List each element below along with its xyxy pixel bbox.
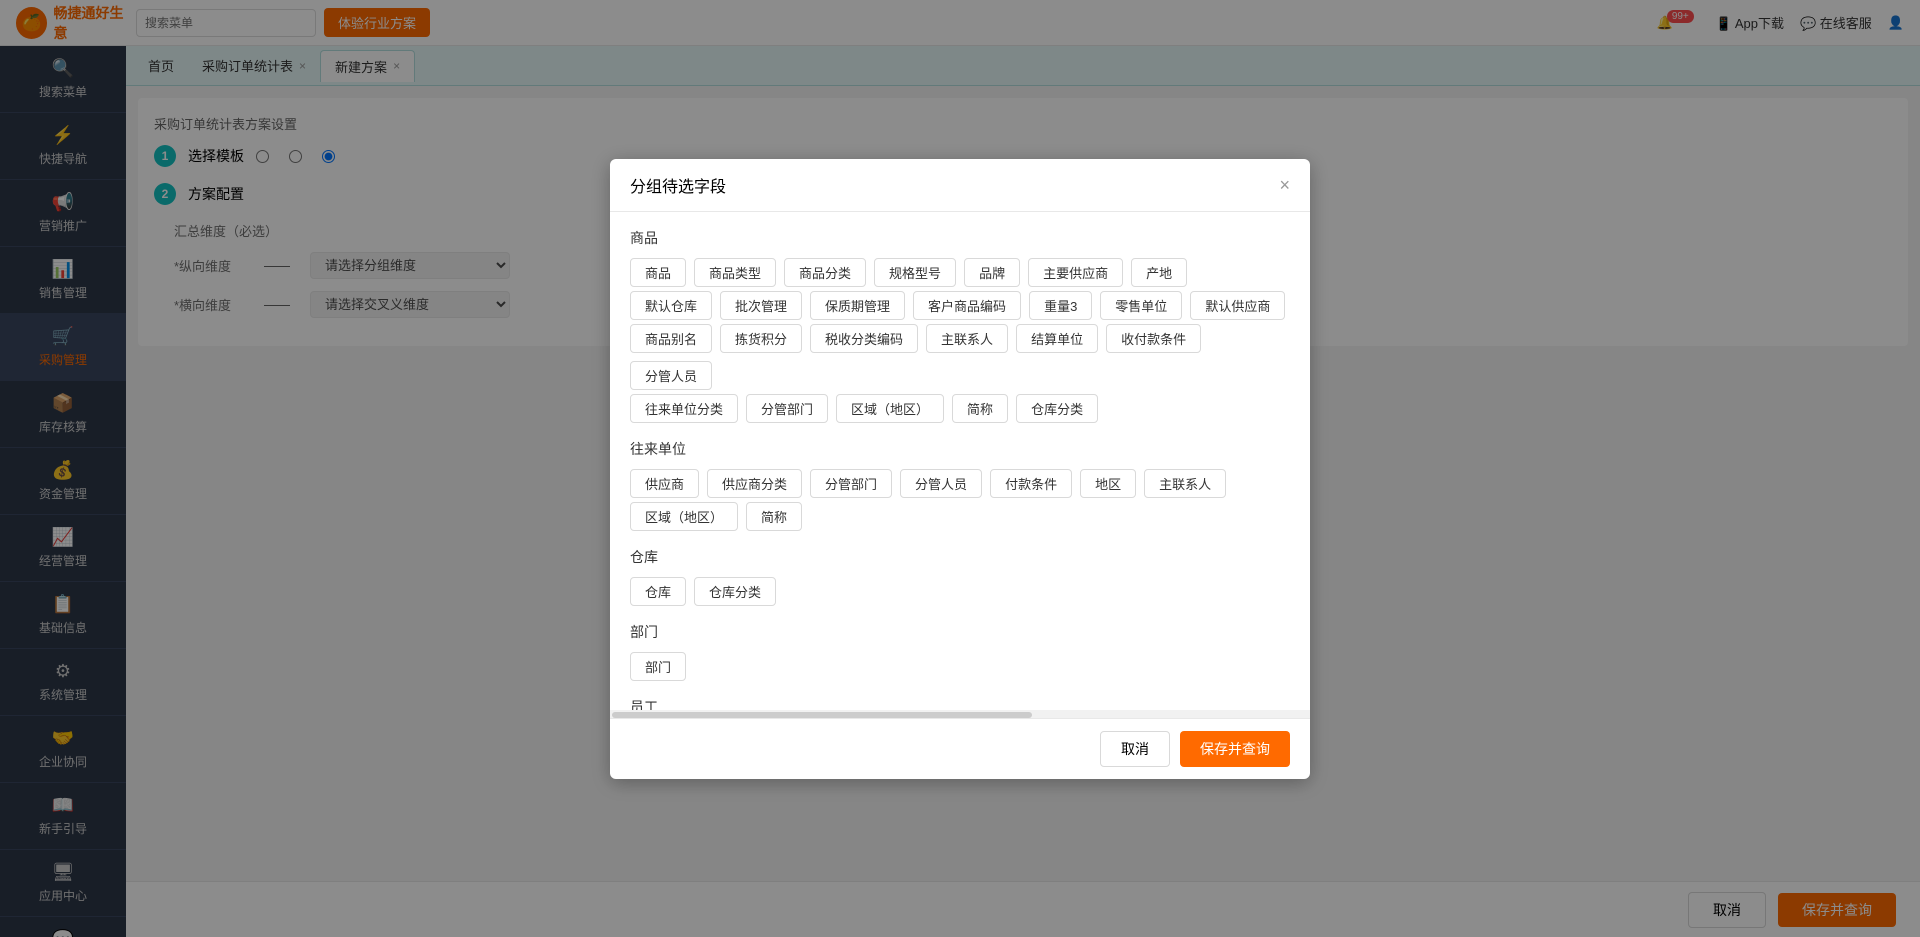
tag-main-supplier[interactable]: 主要供应商 xyxy=(1028,258,1123,287)
tag-main-contact[interactable]: 主联系人 xyxy=(926,324,1008,353)
tag-supplier[interactable]: 供应商 xyxy=(630,469,699,498)
warehouse-tags: 仓库 仓库分类 xyxy=(630,577,1290,606)
tag-warehouse-category[interactable]: 仓库分类 xyxy=(1016,394,1098,423)
tag-department[interactable]: 部门 xyxy=(630,652,686,681)
section-title-partner: 往来单位 xyxy=(630,439,1290,459)
tag-brand[interactable]: 品牌 xyxy=(964,258,1020,287)
tag-product-category[interactable]: 商品分类 xyxy=(784,258,866,287)
tag-retail-unit[interactable]: 零售单位 xyxy=(1100,291,1182,320)
tag-partner-contact[interactable]: 主联系人 xyxy=(1144,469,1226,498)
tag-default-warehouse[interactable]: 默认仓库 xyxy=(630,291,712,320)
partner-tags: 供应商 供应商分类 分管部门 分管人员 付款条件 地区 主联系人 xyxy=(630,469,1290,498)
section-title-product: 商品 xyxy=(630,228,1290,248)
field-select-modal: 分组待选字段 × 商品 商品 商品类型 商品分类 规格型号 品牌 主要供应商 产… xyxy=(610,159,1310,779)
tag-batch-mgmt[interactable]: 批次管理 xyxy=(720,291,802,320)
partner-tags-2: 区域（地区） 简称 xyxy=(630,502,1290,531)
section-title-employee: 员工 xyxy=(630,697,1290,711)
tag-warehouse-cat[interactable]: 仓库分类 xyxy=(694,577,776,606)
product-tags-2: 默认仓库 批次管理 保质期管理 客户商品编码 重量3 零售单位 默认供应商 xyxy=(630,291,1290,320)
tag-partner-dept[interactable]: 分管部门 xyxy=(810,469,892,498)
tag-partner-short[interactable]: 简称 xyxy=(746,502,802,531)
tag-default-supplier[interactable]: 默认供应商 xyxy=(1190,291,1285,320)
tag-dept[interactable]: 分管部门 xyxy=(746,394,828,423)
tag-tax-code[interactable]: 税收分类编码 xyxy=(810,324,918,353)
section-title-dept: 部门 xyxy=(630,622,1290,642)
tag-customer-code[interactable]: 客户商品编码 xyxy=(913,291,1021,320)
tag-manager[interactable]: 分管人员 xyxy=(630,361,712,390)
tag-product-type[interactable]: 商品类型 xyxy=(694,258,776,287)
tag-short-name[interactable]: 简称 xyxy=(952,394,1008,423)
tag-origin[interactable]: 产地 xyxy=(1131,258,1187,287)
tag-alias[interactable]: 商品别名 xyxy=(630,324,712,353)
tag-region[interactable]: 区域（地区） xyxy=(836,394,944,423)
tag-spec-model[interactable]: 规格型号 xyxy=(874,258,956,287)
product-tags-4: 往来单位分类 分管部门 区域（地区） 简称 仓库分类 xyxy=(630,394,1290,423)
modal-body: 商品 商品 商品类型 商品分类 规格型号 品牌 主要供应商 产地 默认仓库 批次… xyxy=(610,212,1310,711)
tag-payment-cond[interactable]: 付款条件 xyxy=(990,469,1072,498)
modal-cancel-button[interactable]: 取消 xyxy=(1100,731,1170,767)
dept-tags: 部门 xyxy=(630,652,1290,681)
tag-supplier-category[interactable]: 供应商分类 xyxy=(707,469,802,498)
tag-partner-region[interactable]: 区域（地区） xyxy=(630,502,738,531)
modal-overlay: 分组待选字段 × 商品 商品 商品类型 商品分类 规格型号 品牌 主要供应商 产… xyxy=(0,0,1920,937)
modal-scroll-thumb xyxy=(612,712,1032,718)
tag-payment-terms[interactable]: 收付款条件 xyxy=(1106,324,1201,353)
product-tags: 商品 商品类型 商品分类 规格型号 品牌 主要供应商 产地 xyxy=(630,258,1290,287)
modal-header: 分组待选字段 × xyxy=(610,159,1310,212)
tag-product[interactable]: 商品 xyxy=(630,258,686,287)
tag-area[interactable]: 地区 xyxy=(1080,469,1136,498)
section-title-warehouse: 仓库 xyxy=(630,547,1290,567)
tag-warehouse[interactable]: 仓库 xyxy=(630,577,686,606)
tag-partner-manager[interactable]: 分管人员 xyxy=(900,469,982,498)
tag-shelf-life[interactable]: 保质期管理 xyxy=(810,291,905,320)
modal-confirm-button[interactable]: 保存并查询 xyxy=(1180,731,1290,767)
modal-close-button[interactable]: × xyxy=(1279,176,1290,194)
tag-pick-points[interactable]: 拣货积分 xyxy=(720,324,802,353)
tag-settlement-unit[interactable]: 结算单位 xyxy=(1016,324,1098,353)
product-tags-3: 商品别名 拣货积分 税收分类编码 主联系人 结算单位 收付款条件 分管人员 xyxy=(630,324,1290,390)
tag-partner-category[interactable]: 往来单位分类 xyxy=(630,394,738,423)
modal-title: 分组待选字段 xyxy=(630,173,726,197)
modal-footer: 取消 保存并查询 xyxy=(610,718,1310,779)
modal-horizontal-scrollbar[interactable] xyxy=(610,710,1310,717)
tag-weight[interactable]: 重量3 xyxy=(1029,291,1092,320)
